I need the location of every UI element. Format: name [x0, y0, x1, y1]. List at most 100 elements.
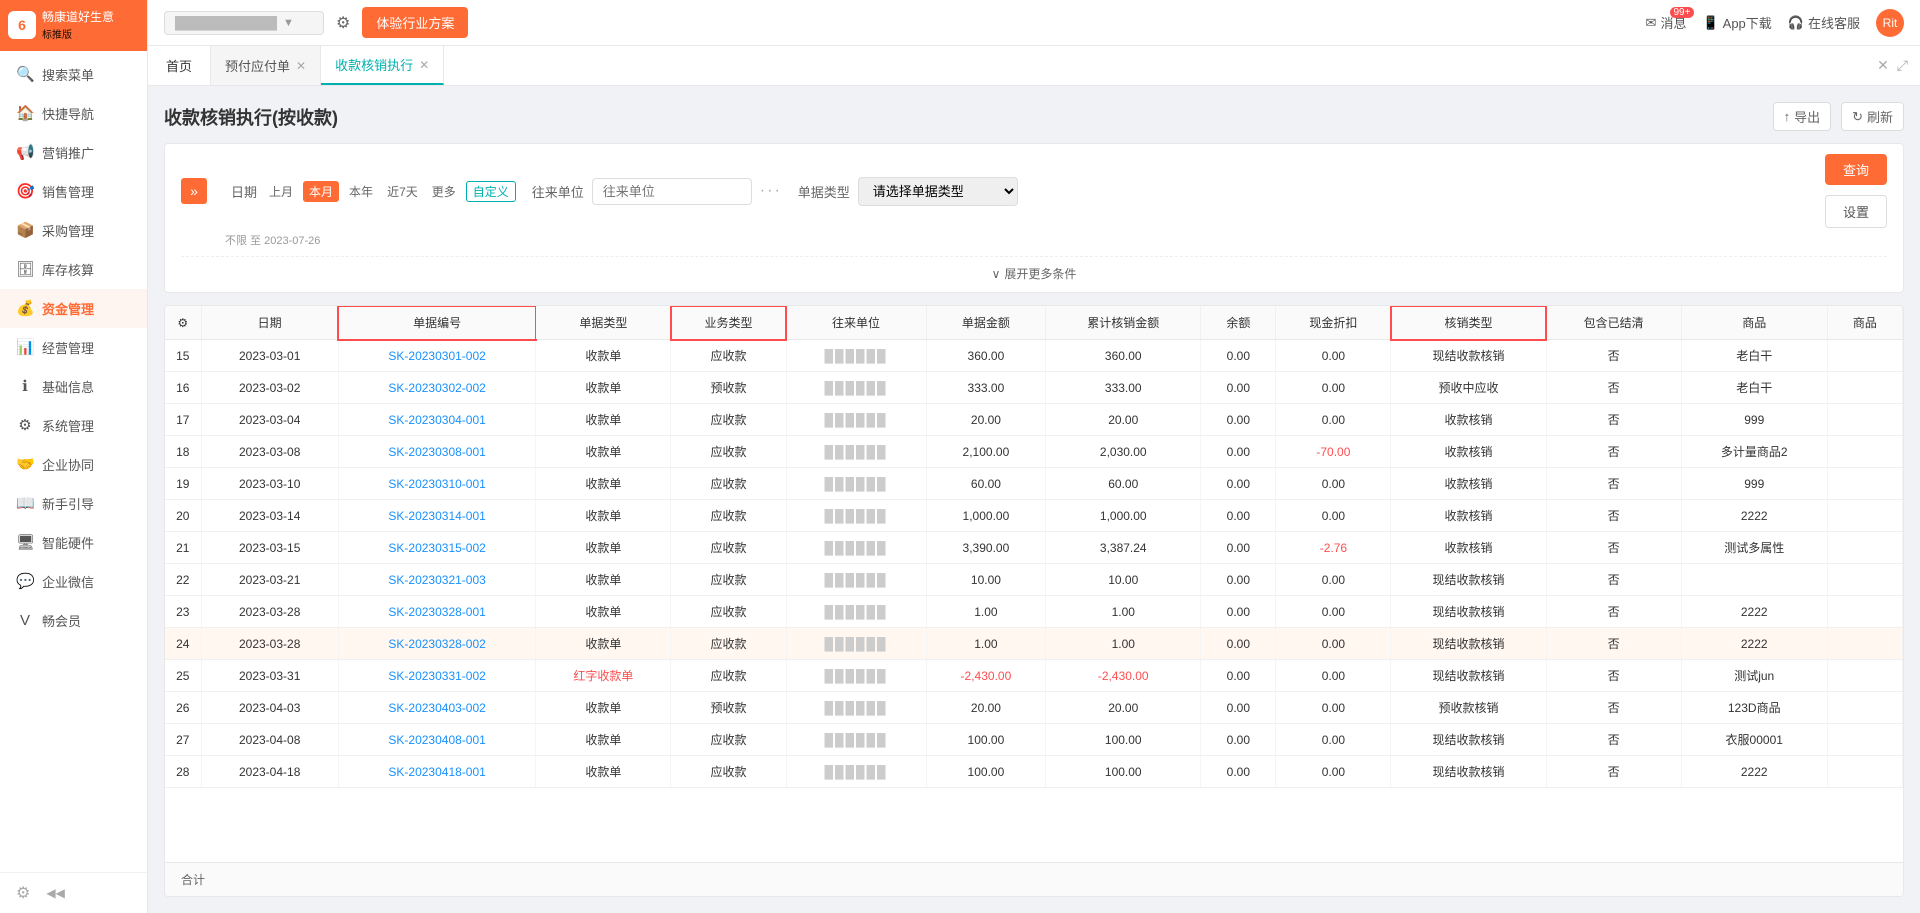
tab-collection[interactable]: 收款核销执行 ✕: [321, 46, 444, 85]
voucher-type-select[interactable]: 请选择单据类型: [858, 177, 1018, 206]
cell-bill-no[interactable]: SK-20230321-003: [338, 564, 535, 596]
cell-goods: 衣服00001: [1681, 724, 1827, 756]
gear-icon[interactable]: ⚙: [336, 13, 350, 33]
cell-row-num: 21: [165, 532, 201, 564]
date-custom-button[interactable]: 自定义: [466, 181, 516, 202]
cell-cash-discount: 0.00: [1276, 724, 1391, 756]
partner-dots-icon[interactable]: ···: [760, 182, 782, 200]
date-btn-more[interactable]: 更多: [428, 181, 460, 202]
partner-input[interactable]: [592, 178, 752, 205]
cell-amount: -2,430.00: [926, 660, 1046, 692]
cell-bill-no[interactable]: SK-20230304-001: [338, 404, 535, 436]
sidebar-item-wechat[interactable]: 💬 企业微信: [0, 562, 147, 601]
cell-date: 2023-03-31: [201, 660, 338, 692]
user-avatar[interactable]: Rit: [1876, 9, 1904, 37]
cell-bill-no[interactable]: SK-20230418-001: [338, 756, 535, 788]
cell-goods: 2222: [1681, 628, 1827, 660]
th-include-settled[interactable]: 包含已结清: [1546, 306, 1681, 340]
th-partner[interactable]: 往来单位: [786, 306, 926, 340]
cell-bill-no[interactable]: SK-20230308-001: [338, 436, 535, 468]
cell-bill-no[interactable]: SK-20230328-001: [338, 596, 535, 628]
date-btn-this-month[interactable]: 本月: [303, 181, 339, 202]
th-goods2[interactable]: 商品: [1827, 306, 1902, 340]
refresh-button[interactable]: ↻ 刷新: [1841, 102, 1904, 131]
sidebar-item-basic[interactable]: ℹ 基础信息: [0, 367, 147, 406]
tab-prepay[interactable]: 预付应付单 ✕: [211, 46, 321, 85]
th-biz-type[interactable]: 业务类型: [671, 306, 786, 340]
cell-bill-no[interactable]: SK-20230302-002: [338, 372, 535, 404]
th-bill-type[interactable]: 单据类型: [536, 306, 671, 340]
sidebar-item-marketing[interactable]: 📢 营销推广: [0, 133, 147, 172]
th-cancel-type[interactable]: 核销类型: [1391, 306, 1546, 340]
cell-partner: ██████: [786, 468, 926, 500]
collapse-icon[interactable]: ◀◀: [46, 886, 64, 900]
filter-expand-button[interactable]: »: [181, 178, 207, 204]
tab-home[interactable]: 首页: [148, 46, 211, 85]
cell-amount: 60.00: [926, 468, 1046, 500]
close-tab-icon[interactable]: ✕: [1877, 57, 1889, 74]
finance-icon: 💰: [16, 299, 34, 317]
cell-partner: ██████: [786, 564, 926, 596]
sidebar-item-hardware[interactable]: 🖥 智能硬件: [0, 523, 147, 562]
cell-bill-no[interactable]: SK-20230314-001: [338, 500, 535, 532]
th-amount[interactable]: 单据金额: [926, 306, 1046, 340]
sidebar-item-guide[interactable]: 📖 新手引导: [0, 484, 147, 523]
cell-bill-no[interactable]: SK-20230310-001: [338, 468, 535, 500]
date-filter-field: 日期 上月 本月 本年 近7天 更多 自定义: [231, 181, 516, 202]
cell-bill-no[interactable]: SK-20230315-002: [338, 532, 535, 564]
cell-bill-type: 收款单: [536, 628, 671, 660]
cell-amount: 100.00: [926, 756, 1046, 788]
cell-balance: 0.00: [1201, 756, 1276, 788]
cell-bill-no[interactable]: SK-20230403-002: [338, 692, 535, 724]
solution-button[interactable]: 体验行业方案: [362, 7, 468, 38]
settings-icon[interactable]: ⚙: [16, 883, 30, 903]
sidebar-item-search[interactable]: 🔍 搜索菜单: [0, 55, 147, 94]
date-btn-7days[interactable]: 近7天: [383, 181, 422, 202]
cell-row-num: 15: [165, 340, 201, 372]
cell-row-num: 22: [165, 564, 201, 596]
export-button[interactable]: ↑ 导出: [1773, 102, 1832, 131]
cell-bill-no[interactable]: SK-20230328-002: [338, 628, 535, 660]
sidebar-item-sales[interactable]: 🎯 销售管理: [0, 172, 147, 211]
sidebar-item-purchase[interactable]: 📦 采购管理: [0, 211, 147, 250]
sidebar-item-system[interactable]: ⚙ 系统管理: [0, 406, 147, 445]
th-acc-cancel[interactable]: 累计核销金额: [1046, 306, 1201, 340]
expand-tab-icon[interactable]: ⤢: [1897, 57, 1908, 74]
tab-close-prepay[interactable]: ✕: [296, 59, 306, 73]
sidebar-item-collab[interactable]: 🤝 企业协同: [0, 445, 147, 484]
sidebar-item-operation[interactable]: 📊 经营管理: [0, 328, 147, 367]
expand-more-button[interactable]: ∨ 展开更多条件: [992, 265, 1077, 282]
cell-date: 2023-03-14: [201, 500, 338, 532]
purchase-icon: 📦: [16, 221, 34, 239]
date-btn-last-month[interactable]: 上月: [265, 181, 297, 202]
tab-close-collection[interactable]: ✕: [419, 58, 429, 72]
workspace-selector[interactable]: ████████████ ▼: [164, 11, 324, 35]
cell-biz-type: 应收款: [671, 340, 786, 372]
sidebar-item-inventory[interactable]: 🗄 库存核算: [0, 250, 147, 289]
cell-bill-no[interactable]: SK-20230408-001: [338, 724, 535, 756]
cell-date: 2023-03-28: [201, 628, 338, 660]
th-date[interactable]: 日期: [201, 306, 338, 340]
cell-bill-no[interactable]: SK-20230331-002: [338, 660, 535, 692]
sidebar-item-finance[interactable]: 💰 资金管理: [0, 289, 147, 328]
table-row: 232023-03-28SK-20230328-001收款单应收款██████1…: [165, 596, 1903, 628]
cell-goods2: [1827, 468, 1902, 500]
page-actions: ↑ 导出 ↻ 刷新: [1773, 102, 1904, 131]
filter-settings-button[interactable]: 设置: [1825, 195, 1887, 228]
sidebar-item-label: 资金管理: [42, 299, 94, 318]
online-service-button[interactable]: 🎧 在线客服: [1788, 13, 1860, 32]
sidebar-item-quick[interactable]: 🏠 快捷导航: [0, 94, 147, 133]
sidebar-item-member[interactable]: V 畅会员: [0, 601, 147, 640]
cell-bill-no[interactable]: SK-20230301-002: [338, 340, 535, 372]
th-goods[interactable]: 商品: [1681, 306, 1827, 340]
th-bill-no[interactable]: 单据编号: [338, 306, 535, 340]
th-cash-discount[interactable]: 现金折扣: [1276, 306, 1391, 340]
query-button[interactable]: 查询: [1825, 154, 1887, 185]
app-download-button[interactable]: 📱 App下载: [1702, 13, 1771, 32]
th-balance[interactable]: 余额: [1201, 306, 1276, 340]
message-button[interactable]: ✉ 消息 99+: [1646, 13, 1687, 32]
table-scroll-area[interactable]: ⚙ 日期 单据编号 单据类型 业务类型 往来单位 单据金额 累计核销金额 余额 …: [165, 306, 1903, 862]
th-gear[interactable]: ⚙: [165, 306, 201, 340]
table-body: 152023-03-01SK-20230301-002收款单应收款██████3…: [165, 340, 1903, 788]
date-btn-this-year[interactable]: 本年: [345, 181, 377, 202]
